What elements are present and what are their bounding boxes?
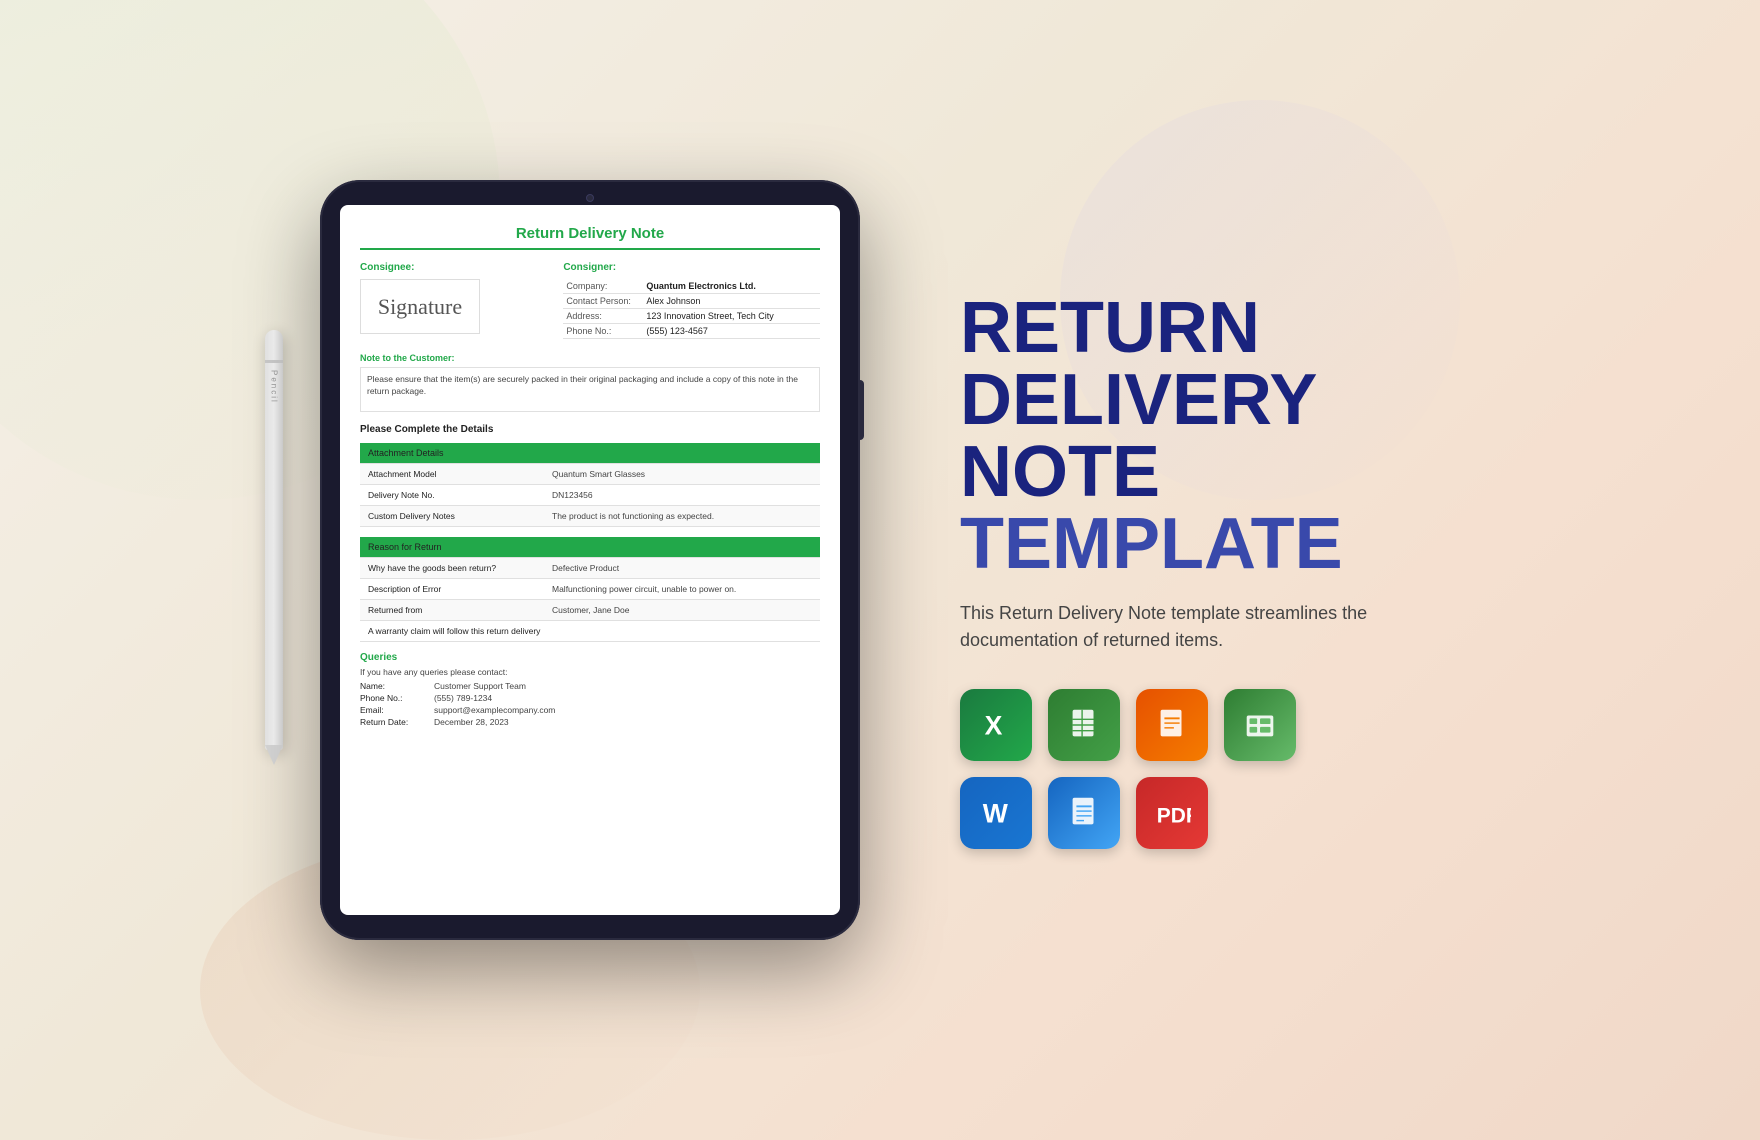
consigner-contact-value: Alex Johnson (643, 294, 820, 309)
query-email-value: support@examplecompany.com (434, 705, 555, 715)
icons-row-1: X (960, 689, 1440, 761)
consignee-label: Consignee: (360, 262, 543, 273)
complete-details-label: Please Complete the Details (360, 424, 820, 435)
query-email-label: Email: (360, 705, 430, 715)
consigner-table: Company: Quantum Electronics Ltd. Contac… (563, 279, 820, 339)
queries-section: Queries If you have any queries please c… (360, 652, 820, 727)
attachment-header: Attachment Details (360, 443, 820, 464)
consigner-row-phone: Phone No.: (555) 123-4567 (563, 324, 820, 339)
right-panel: RETURN DELIVERY NOTE TEMPLATE This Retur… (960, 292, 1440, 849)
query-name-value: Customer Support Team (434, 681, 526, 691)
consigner-phone-label: Phone No.: (563, 324, 643, 339)
custom-notes-value: The product is not functioning as expect… (544, 506, 820, 527)
consigner-company-value: Quantum Electronics Ltd. (643, 279, 820, 294)
consignee-section: Consignee: Signature (360, 262, 543, 339)
note-label: Note to the Customer: (360, 353, 820, 363)
delivery-note-value: DN123456 (544, 485, 820, 506)
reason-table: Reason for Return Why have the goods bee… (360, 537, 820, 642)
tablet-wrapper: Pencil Return Delivery Note Consignee: S… (320, 180, 880, 960)
queries-intro: If you have any queries please contact: (360, 667, 820, 677)
title-line-3: NOTE (960, 436, 1440, 508)
tablet-camera (586, 194, 594, 202)
reason-error-row: Description of Error Malfunctioning powe… (360, 579, 820, 600)
main-title: RETURN DELIVERY NOTE TEMPLATE (960, 292, 1440, 580)
query-phone-row: Phone No.: (555) 789-1234 (360, 693, 820, 703)
query-name-label: Name: (360, 681, 430, 691)
query-phone-label: Phone No.: (360, 693, 430, 703)
consigner-contact-label: Contact Person: (563, 294, 643, 309)
gdocs-icon[interactable] (1048, 777, 1120, 849)
signature-text: Signature (378, 294, 462, 320)
note-section: Note to the Customer: Please ensure that… (360, 353, 820, 412)
query-date-value: December 28, 2023 (434, 717, 509, 727)
queries-label: Queries (360, 652, 820, 663)
tablet-screen[interactable]: Return Delivery Note Consignee: Signatur… (340, 205, 840, 915)
pencil-band (265, 360, 283, 363)
excel-icon[interactable]: X (960, 689, 1032, 761)
reason-returned-value: Customer, Jane Doe (544, 600, 820, 621)
reason-warranty-row: A warranty claim will follow this return… (360, 621, 820, 642)
consigner-address-value: 123 Innovation Street, Tech City (643, 309, 820, 324)
attachment-model-value: Quantum Smart Glasses (544, 464, 820, 485)
numbers-icon[interactable] (1224, 689, 1296, 761)
tablet-side-button (860, 380, 864, 440)
reason-why-row: Why have the goods been return? Defectiv… (360, 558, 820, 579)
query-date-row: Return Date: December 28, 2023 (360, 717, 820, 727)
query-date-label: Return Date: (360, 717, 430, 727)
query-name-row: Name: Customer Support Team (360, 681, 820, 691)
main-container: Pencil Return Delivery Note Consignee: S… (320, 180, 1440, 960)
attachment-table: Attachment Details Attachment Model Quan… (360, 443, 820, 527)
reason-why-value: Defective Product (544, 558, 820, 579)
word-icon[interactable]: W (960, 777, 1032, 849)
consigner-row-address: Address: 123 Innovation Street, Tech Cit… (563, 309, 820, 324)
description-text: This Return Delivery Note template strea… (960, 600, 1440, 654)
svg-text:W: W (983, 798, 1009, 828)
tablet-body: Return Delivery Note Consignee: Signatur… (320, 180, 860, 940)
pages-icon[interactable] (1136, 689, 1208, 761)
consigner-phone-value: (555) 123-4567 (643, 324, 820, 339)
pencil-label: Pencil (270, 370, 279, 404)
attachment-header-row: Attachment Details (360, 443, 820, 464)
reason-error-value: Malfunctioning power circuit, unable to … (544, 579, 820, 600)
reason-warranty-text: A warranty claim will follow this return… (360, 621, 820, 642)
apple-pencil: Pencil (265, 330, 283, 750)
reason-returned-label: Returned from (360, 600, 544, 621)
consigner-section: Consigner: Company: Quantum Electronics … (563, 262, 820, 339)
consigner-row-contact: Contact Person: Alex Johnson (563, 294, 820, 309)
app-icons-grid: X (960, 689, 1440, 849)
custom-notes-label: Custom Delivery Notes (360, 506, 544, 527)
reason-why-label: Why have the goods been return? (360, 558, 544, 579)
icons-row-2: W PDF (960, 777, 1440, 849)
signature-box: Signature (360, 279, 480, 334)
delivery-note-label: Delivery Note No. (360, 485, 544, 506)
attachment-model-row: Attachment Model Quantum Smart Glasses (360, 464, 820, 485)
reason-error-label: Description of Error (360, 579, 544, 600)
attachment-model-label: Attachment Model (360, 464, 544, 485)
delivery-note-row: Delivery Note No. DN123456 (360, 485, 820, 506)
reason-header: Reason for Return (360, 537, 820, 558)
note-text: Please ensure that the item(s) are secur… (360, 367, 820, 412)
svg-text:PDF: PDF (1157, 804, 1191, 827)
gsheets-icon[interactable] (1048, 689, 1120, 761)
consigner-address-label: Address: (563, 309, 643, 324)
title-line-4: TEMPLATE (960, 508, 1440, 580)
query-email-row: Email: support@examplecompany.com (360, 705, 820, 715)
reason-returned-row: Returned from Customer, Jane Doe (360, 600, 820, 621)
consigner-label: Consigner: (563, 262, 820, 273)
reason-header-row: Reason for Return (360, 537, 820, 558)
custom-notes-row: Custom Delivery Notes The product is not… (360, 506, 820, 527)
svg-text:X: X (985, 710, 1003, 740)
title-line-1: RETURN (960, 292, 1440, 364)
parties-section: Consignee: Signature Consigner: Company:… (360, 262, 820, 339)
query-phone-value: (555) 789-1234 (434, 693, 492, 703)
consigner-company-label: Company: (563, 279, 643, 294)
document-title: Return Delivery Note (360, 225, 820, 250)
title-line-2: DELIVERY (960, 364, 1440, 436)
consigner-row-company: Company: Quantum Electronics Ltd. (563, 279, 820, 294)
pdf-icon[interactable]: PDF (1136, 777, 1208, 849)
